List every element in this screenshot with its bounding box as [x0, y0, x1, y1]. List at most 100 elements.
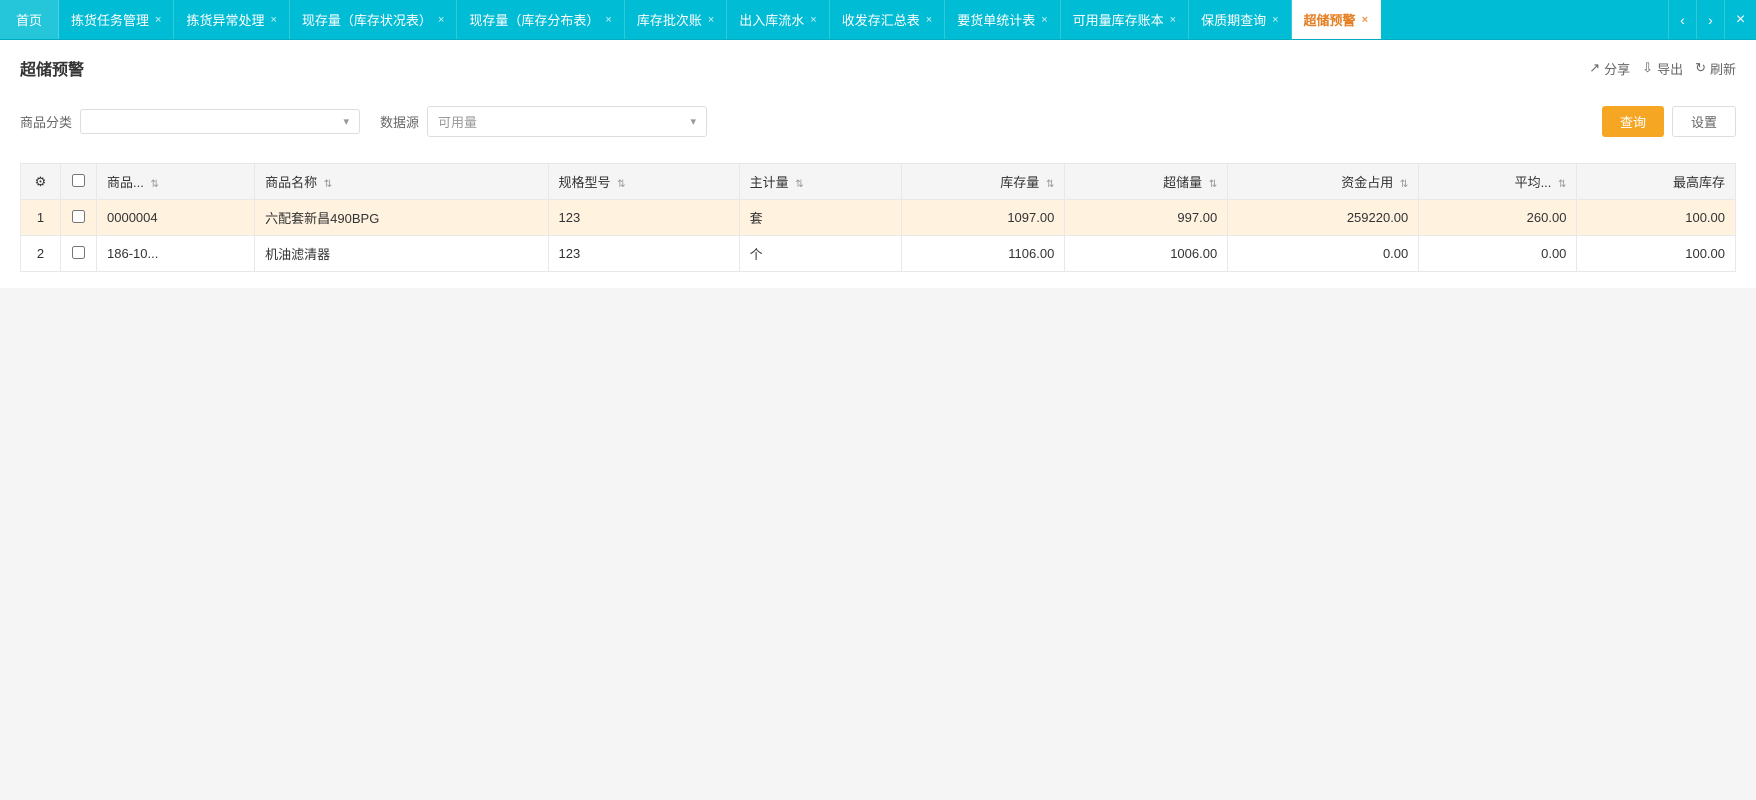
nav-close-in-out[interactable]: ×	[810, 14, 816, 26]
col-header-unit[interactable]: 主计量 ⇅	[739, 164, 902, 200]
nav-home-label: 首页	[16, 10, 42, 29]
nav-collect-label: 收发存汇总表	[842, 10, 920, 29]
cell-stock-0: 1097.00	[902, 200, 1065, 236]
nav-item-home[interactable]: 首页	[0, 0, 59, 39]
nav-close-abnormal[interactable]: ×	[270, 14, 276, 26]
refresh-icon: ↻	[1695, 60, 1706, 76]
table-row: 2 186-10... 机油滤清器 123 个 1106.00 1006.00 …	[21, 236, 1736, 272]
nav-item-overstock[interactable]: 超储预警 ×	[1292, 0, 1381, 39]
cell-overstock-1: 1006.00	[1065, 236, 1228, 272]
cell-checkbox-1[interactable]	[61, 236, 97, 272]
sort-icon-product-code: ⇅	[150, 179, 158, 190]
nav-arrows: ‹ › ×	[1668, 0, 1756, 40]
nav-close-expiry[interactable]: ×	[1272, 14, 1278, 26]
category-filter: 商品分类 ▾	[20, 109, 360, 134]
nav-close-inventory-dist[interactable]: ×	[605, 14, 611, 26]
col-header-settings[interactable]: ⚙	[21, 164, 61, 200]
nav-item-in-out[interactable]: 出入库流水 ×	[727, 0, 829, 39]
category-label: 商品分类	[20, 112, 72, 131]
nav-close-collect[interactable]: ×	[926, 14, 932, 26]
refresh-button[interactable]: ↻ 刷新	[1695, 59, 1736, 78]
export-label: 导出	[1657, 59, 1683, 78]
col-label-avg: 平均...	[1515, 175, 1552, 190]
nav-close-batch[interactable]: ×	[708, 14, 714, 26]
datasource-label: 数据源	[380, 112, 419, 131]
table-header-row: ⚙ 商品... ⇅ 商品名称 ⇅ 规格型号 ⇅	[21, 164, 1736, 200]
sort-icon-unit: ⇅	[795, 179, 803, 190]
export-button[interactable]: ⇩ 导出	[1642, 59, 1683, 78]
nav-close-req-stats[interactable]: ×	[1041, 14, 1047, 26]
row-checkbox-1[interactable]	[72, 246, 85, 259]
cell-product-code-1: 186-10...	[97, 236, 255, 272]
col-header-checkbox[interactable]	[61, 164, 97, 200]
nav-item-expiry[interactable]: 保质期查询 ×	[1189, 0, 1291, 39]
nav-inventory-dist-label: 现存量（库存分布表）	[469, 10, 599, 29]
cell-checkbox-0[interactable]	[61, 200, 97, 236]
nav-close-inventory-status[interactable]: ×	[438, 14, 444, 26]
query-button[interactable]: 查询	[1602, 106, 1664, 137]
cell-overstock-0: 997.00	[1065, 200, 1228, 236]
nav-item-task-mgmt[interactable]: 拣货任务管理 ×	[59, 0, 174, 39]
nav-batch-label: 库存批次账	[637, 10, 702, 29]
col-header-product-code[interactable]: 商品... ⇅	[97, 164, 255, 200]
header-actions: ↗ 分享 ⇩ 导出 ↻ 刷新	[1589, 59, 1736, 78]
nav-close-avail-acct[interactable]: ×	[1170, 14, 1176, 26]
cell-product-name-1: 机油滤清器	[255, 236, 548, 272]
nav-close-task-mgmt[interactable]: ×	[155, 14, 161, 26]
nav-close-overstock[interactable]: ×	[1362, 14, 1368, 26]
datasource-filter: 数据源 可用量 ▾	[380, 106, 707, 137]
cell-spec-0: 123	[548, 200, 739, 236]
nav-overstock-label: 超储预警	[1304, 10, 1356, 29]
nav-avail-acct-label: 可用量库存账本	[1073, 10, 1164, 29]
filter-bar: 商品分类 ▾ 数据源 可用量 ▾ 查询 设置	[20, 96, 1736, 147]
col-label-unit: 主计量	[750, 175, 789, 190]
col-header-product-name[interactable]: 商品名称 ⇅	[255, 164, 548, 200]
col-header-capital[interactable]: 资金占用 ⇅	[1228, 164, 1419, 200]
col-label-product-name: 商品名称	[265, 175, 317, 190]
cell-product-code-0: 0000004	[97, 200, 255, 236]
col-header-overstock[interactable]: 超储量 ⇅	[1065, 164, 1228, 200]
nav-item-inventory-status[interactable]: 现存量（库存状况表） ×	[290, 0, 457, 39]
datasource-select-value: 可用量	[438, 112, 477, 131]
col-header-avg[interactable]: 平均... ⇅	[1419, 164, 1577, 200]
filter-actions: 查询 设置	[1602, 106, 1736, 137]
nav-req-stats-label: 要货单统计表	[957, 10, 1035, 29]
cell-avg-1: 0.00	[1419, 236, 1577, 272]
cell-max-stock-0: 100.00	[1577, 200, 1736, 236]
nav-expiry-label: 保质期查询	[1201, 10, 1266, 29]
col-header-stock[interactable]: 库存量 ⇅	[902, 164, 1065, 200]
col-label-capital: 资金占用	[1341, 175, 1393, 190]
nav-next-button[interactable]: ›	[1696, 0, 1724, 40]
cell-index-1: 2	[21, 236, 61, 272]
table-row: 1 0000004 六配套新昌490BPG 123 套 1097.00 997.…	[21, 200, 1736, 236]
settings-gear-icon: ⚙	[35, 174, 47, 190]
share-icon: ↗	[1589, 60, 1600, 76]
datasource-select[interactable]: 可用量 ▾	[427, 106, 707, 137]
cell-capital-0: 259220.00	[1228, 200, 1419, 236]
cell-product-name-0: 六配套新昌490BPG	[255, 200, 548, 236]
datasource-chevron-icon: ▾	[691, 115, 697, 128]
nav-close-all-button[interactable]: ×	[1724, 0, 1756, 40]
nav-item-avail-acct[interactable]: 可用量库存账本 ×	[1061, 0, 1189, 39]
top-navigation: 首页 拣货任务管理 × 拣货异常处理 × 现存量（库存状况表） × 现存量（库存…	[0, 0, 1756, 40]
category-select[interactable]: ▾	[80, 109, 360, 134]
data-table: ⚙ 商品... ⇅ 商品名称 ⇅ 规格型号 ⇅	[20, 163, 1736, 272]
nav-item-abnormal[interactable]: 拣货异常处理 ×	[174, 0, 289, 39]
page-title: 超储预警	[20, 56, 84, 80]
nav-prev-button[interactable]: ‹	[1668, 0, 1696, 40]
export-icon: ⇩	[1642, 60, 1653, 76]
nav-item-batch[interactable]: 库存批次账 ×	[625, 0, 727, 39]
row-checkbox-0[interactable]	[72, 210, 85, 223]
select-all-checkbox[interactable]	[72, 174, 85, 187]
nav-item-collect[interactable]: 收发存汇总表 ×	[830, 0, 945, 39]
share-button[interactable]: ↗ 分享	[1589, 59, 1630, 78]
sort-icon-avg: ⇅	[1558, 179, 1566, 190]
nav-item-inventory-dist[interactable]: 现存量（库存分布表） ×	[457, 0, 624, 39]
nav-item-req-stats[interactable]: 要货单统计表 ×	[945, 0, 1060, 39]
settings-button[interactable]: 设置	[1672, 106, 1736, 137]
col-header-max-stock[interactable]: 最高库存	[1577, 164, 1736, 200]
refresh-label: 刷新	[1710, 59, 1736, 78]
col-header-spec[interactable]: 规格型号 ⇅	[548, 164, 739, 200]
cell-max-stock-1: 100.00	[1577, 236, 1736, 272]
category-chevron-icon: ▾	[343, 115, 349, 128]
